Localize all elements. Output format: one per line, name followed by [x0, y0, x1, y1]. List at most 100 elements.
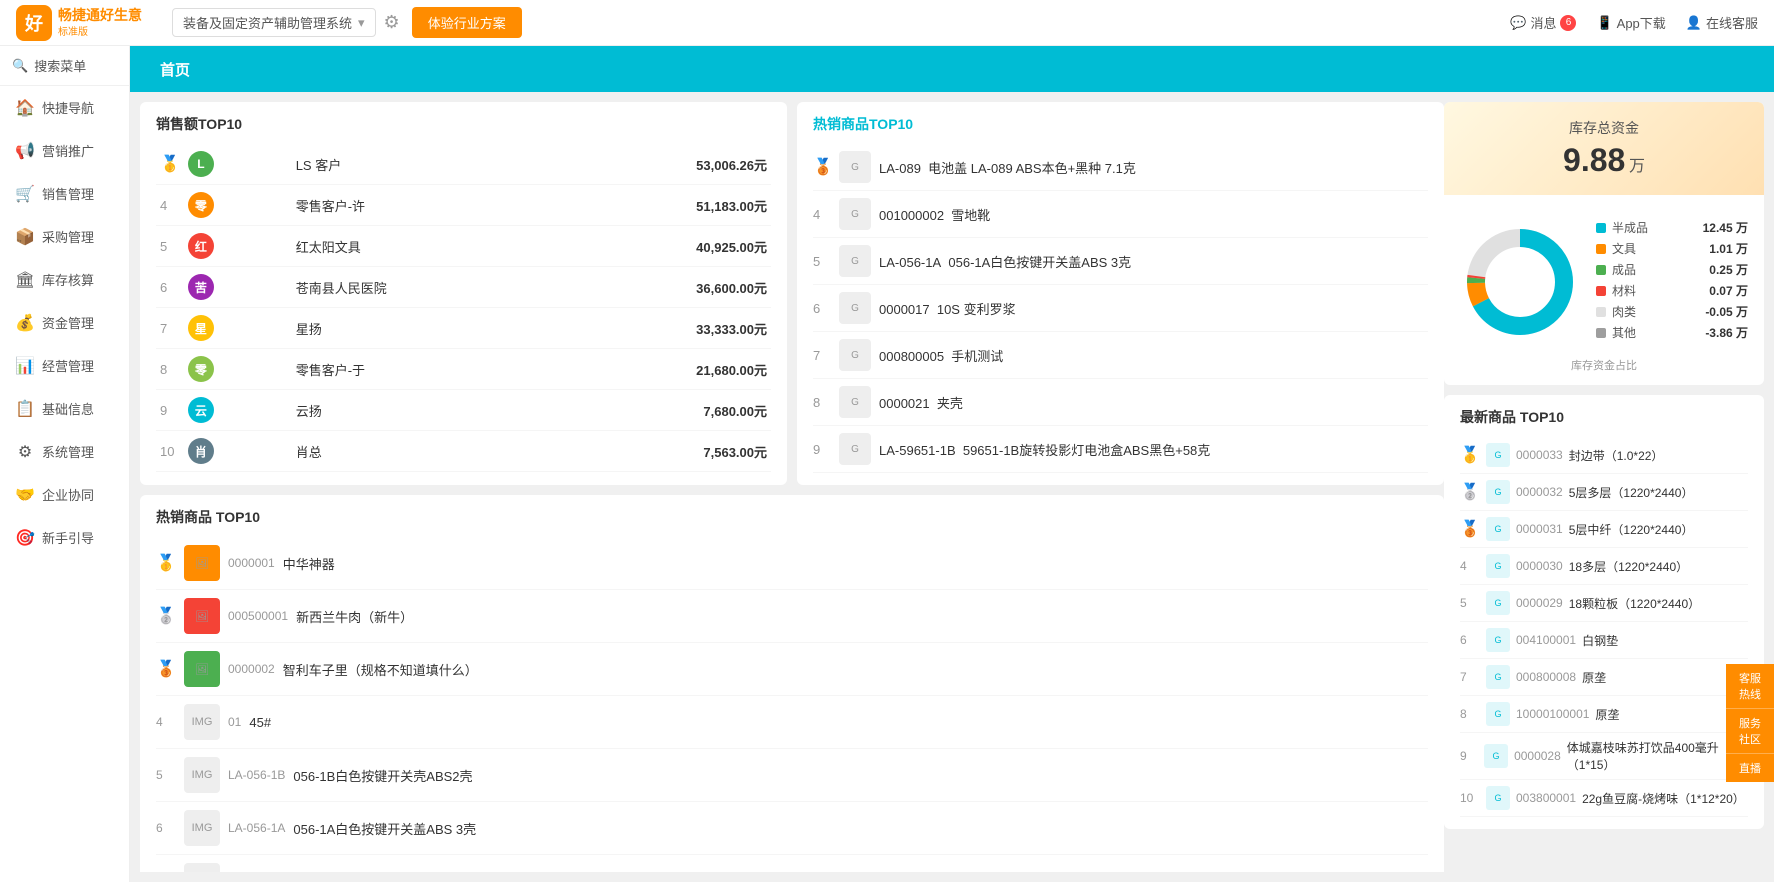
product-thumbnail: 🖼 — [184, 598, 220, 634]
hot-products-card: 热销商品 TOP10 🥇 🖼 0000001 中华神器 🥈 🖼 00050000… — [140, 495, 1444, 872]
search-menu[interactable]: 🔍 搜索菜单 — [0, 46, 129, 86]
marketing-icon: 📢 — [16, 142, 34, 160]
table-row: 6 苦 苍南县人民医院 36,600.00元 — [156, 267, 771, 308]
list-item: 🥉 G LA-089 电池盖 LA-089 ABS本色+黑种 7.1克 — [813, 144, 1428, 191]
sidebar-item-marketing[interactable]: 📢 营销推广 — [0, 129, 129, 172]
product-thumb: G — [839, 151, 871, 183]
sidebar-item-system[interactable]: ⚙ 系统管理 — [0, 430, 129, 473]
sidebar-item-finance[interactable]: 💰 资金管理 — [0, 301, 129, 344]
legend-item: 成品 0.25 万 — [1596, 261, 1748, 278]
messages-button[interactable]: 💬 消息 6 — [1510, 13, 1576, 32]
page-body: 销售额TOP10 🥇 L LS 客户 53,006.26元 4 零 零售客户-许… — [130, 92, 1774, 882]
sidebar-item-sales[interactable]: 🛒 销售管理 — [0, 172, 129, 215]
product-thumbnail: IMG — [184, 863, 220, 872]
legend-color — [1596, 307, 1606, 317]
home-tab[interactable]: 首页 — [150, 59, 200, 80]
cs-live-button[interactable]: 直播 — [1726, 754, 1774, 782]
product-thumb: G — [839, 292, 871, 324]
legend-color — [1596, 265, 1606, 275]
top-row: 销售额TOP10 🥇 L LS 客户 53,006.26元 4 零 零售客户-许… — [140, 102, 1444, 485]
app-download-button[interactable]: 📱 App下载 — [1596, 13, 1665, 32]
product-thumb: G — [839, 198, 871, 230]
right-column: 库存总资金 9.88 万 — [1444, 102, 1764, 872]
chevron-down-icon: ▾ — [358, 15, 365, 31]
legend-color — [1596, 223, 1606, 233]
list-item: 4 IMG 01 45# — [156, 696, 1428, 749]
cs-community-button[interactable]: 服务社区 — [1726, 709, 1774, 754]
list-item: 🥇 🖼 0000001 中华神器 — [156, 537, 1428, 590]
list-item: 5 G 0000029 18颗粒板（1220*2440） — [1460, 585, 1748, 622]
list-item: 🥈 G 0000032 5层多层（1220*2440） — [1460, 474, 1748, 511]
table-row: 8 零 零售客户-于 21,680.00元 — [156, 349, 771, 390]
legend-item: 其他 -3.86 万 — [1596, 324, 1748, 341]
product-thumb: G — [839, 386, 871, 418]
list-item: 9 G 0000028 体城嘉枝味苏打饮品400毫升（1*15） — [1460, 733, 1748, 780]
basic-info-icon: 📋 — [16, 400, 34, 418]
product-thumbnail: G — [1484, 744, 1508, 768]
product-thumbnail: IMG — [184, 704, 220, 740]
hot-products-title: 热销商品 TOP10 — [156, 507, 1428, 527]
list-item: 6 IMG LA-056-1A 056-1A白色按键开关盖ABS 3壳 — [156, 802, 1428, 855]
left-column: 销售额TOP10 🥇 L LS 客户 53,006.26元 4 零 零售客户-许… — [140, 102, 1444, 872]
sidebar-item-collab[interactable]: 🤝 企业协同 — [0, 473, 129, 516]
sidebar-item-inventory[interactable]: 🏛 库存核算 — [0, 258, 129, 301]
list-item: 8 G 0000021 夹壳 — [813, 379, 1428, 426]
list-item: 5 IMG LA-056-1B 056-1B白色按键开关壳ABS2壳 — [156, 749, 1428, 802]
donut-chart — [1460, 222, 1580, 342]
cs-hotline-button[interactable]: 客服热线 — [1726, 664, 1774, 709]
product-thumbnail: G — [1486, 702, 1510, 726]
top-products-right-card: 热销商品TOP10 🥉 G LA-089 电池盖 LA-089 ABS本色+黑种… — [797, 102, 1444, 485]
system-icon: ⚙ — [16, 443, 34, 461]
product-thumbnail: 🖼 — [184, 651, 220, 687]
list-item: 🥈 🖼 000500001 新西兰牛肉（新牛） — [156, 590, 1428, 643]
sidebar-item-beginner[interactable]: 🎯 新手引导 — [0, 516, 129, 559]
product-thumbnail: 🖼 — [184, 545, 220, 581]
cs-float: 客服热线 服务社区 直播 — [1726, 664, 1774, 782]
legend-item: 材料 0.07 万 — [1596, 282, 1748, 299]
table-row: 9 云 云扬 7,680.00元 — [156, 390, 771, 431]
newest-products-title: 最新商品 TOP10 — [1460, 407, 1748, 427]
home-icon: 🏠 — [16, 99, 34, 117]
inventory-header: 库存总资金 9.88 万 — [1444, 102, 1764, 195]
list-item: 6 G 0000017 10S 变利罗浆 — [813, 285, 1428, 332]
top-bar: 好 畅捷通好生意 标准版 装备及固定资产辅助管理系统 ▾ ⚙ 体验行业方案 💬 … — [0, 0, 1774, 46]
top-customers-title: 销售额TOP10 — [156, 114, 771, 134]
top-products-right-title: 热销商品TOP10 — [813, 114, 1428, 134]
legend-item: 文具 1.01 万 — [1596, 240, 1748, 257]
list-item: 4 G 001000002 雪地靴 — [813, 191, 1428, 238]
settings-icon[interactable]: ⚙ — [384, 12, 400, 33]
sidebar-item-quick-nav[interactable]: 🏠 快捷导航 — [0, 86, 129, 129]
sidebar-item-basic-info[interactable]: 📋 基础信息 — [0, 387, 129, 430]
legend-item: 半成品 12.45 万 — [1596, 219, 1748, 236]
list-item: 10 G 003800001 22g鱼豆腐-烧烤味（1*12*20） — [1460, 780, 1748, 817]
table-row: 🥇 L LS 客户 53,006.26元 — [156, 144, 771, 185]
top-customers-card: 销售额TOP10 🥇 L LS 客户 53,006.26元 4 零 零售客户-许… — [140, 102, 787, 485]
service-icon: 👤 — [1686, 15, 1702, 31]
product-thumbnail: G — [1486, 554, 1510, 578]
beginner-icon: 🎯 — [16, 529, 34, 547]
product-thumbnail: G — [1486, 786, 1510, 810]
purchase-icon: 📦 — [16, 228, 34, 246]
online-service-button[interactable]: 👤 在线客服 — [1686, 13, 1758, 32]
product-thumb: G — [839, 245, 871, 277]
trial-button[interactable]: 体验行业方案 — [412, 7, 522, 38]
product-thumbnail: G — [1486, 443, 1510, 467]
product-thumb: G — [839, 339, 871, 371]
legend-color — [1596, 244, 1606, 254]
inventory-legend: 半成品 12.45 万 文具 1.01 万 成品 0.25 万 材料 0.07 … — [1596, 219, 1748, 345]
sidebar-item-purchase[interactable]: 📦 采购管理 — [0, 215, 129, 258]
sidebar-item-operations[interactable]: 📊 经营管理 — [0, 344, 129, 387]
product-thumbnail: IMG — [184, 757, 220, 793]
inventory-icon: 🏛 — [16, 271, 34, 289]
system-selector[interactable]: 装备及固定资产辅助管理系统 ▾ — [172, 8, 376, 37]
list-item: 7 IMG NB2.0X30B 2.0X30MM双搓花轴,搓花直径2.1MM/R… — [156, 855, 1428, 872]
page-header: 首页 — [130, 46, 1774, 92]
search-icon: 🔍 — [12, 58, 28, 74]
sidebar: 🔍 搜索菜单 🏠 快捷导航 📢 营销推广 🛒 销售管理 📦 采购管理 🏛 — [0, 46, 130, 882]
list-item: 4 G 0000030 18多层（1220*2440） — [1460, 548, 1748, 585]
phone-icon: 📱 — [1596, 15, 1612, 31]
legend-color — [1596, 328, 1606, 338]
top-right-actions: 💬 消息 6 📱 App下载 👤 在线客服 — [1510, 13, 1758, 32]
list-item: 7 G 000800008 原垄 — [1460, 659, 1748, 696]
product-thumb: G — [839, 433, 871, 465]
